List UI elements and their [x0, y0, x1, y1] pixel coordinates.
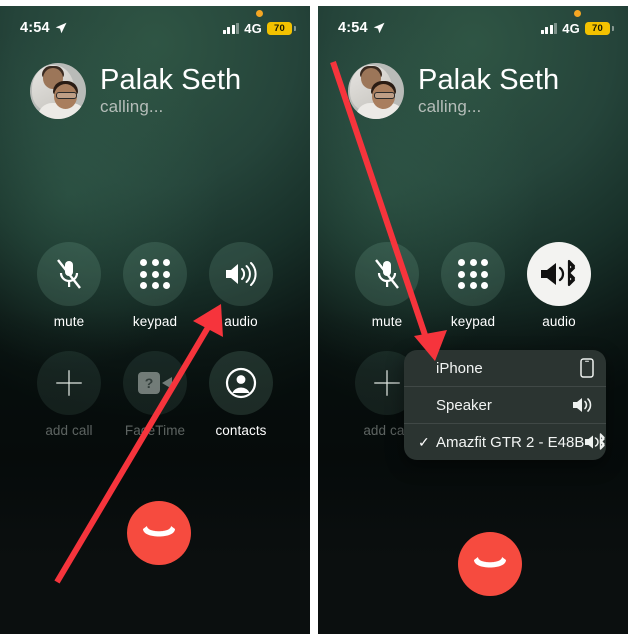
add-call-button[interactable] — [37, 351, 101, 415]
audio-output-menu[interactable]: iPhone Speaker ✓ Amazfit GTR 2 - E48B — [404, 350, 606, 460]
control-audio[interactable]: audio — [516, 242, 602, 329]
status-bar-right-group: 4G 70 — [222, 9, 296, 36]
menu-item-speaker[interactable]: Speaker — [404, 386, 606, 423]
speaker-icon — [572, 396, 594, 414]
orange-privacy-dot — [573, 9, 581, 17]
audio-button[interactable] — [209, 242, 273, 306]
control-contacts[interactable]: contacts — [198, 351, 284, 438]
plus-icon — [56, 370, 82, 396]
speaker-bluetooth-icon — [541, 259, 576, 287]
menu-item-label: Amazfit GTR 2 - E48B — [436, 433, 585, 451]
status-bar-right-group-2: 4G 70 — [540, 9, 614, 36]
mic-muted-icon — [375, 259, 399, 289]
mute-button[interactable] — [37, 242, 101, 306]
audio-button-active[interactable] — [527, 242, 591, 306]
mute-label: mute — [371, 314, 403, 329]
facetime-video-icon: ? — [138, 372, 172, 394]
keypad-button[interactable] — [441, 242, 505, 306]
speaker-bluetooth-icon — [584, 433, 606, 451]
end-call-handset-icon — [474, 557, 506, 568]
call-status-text: calling... — [418, 97, 482, 117]
status-bar-left-group: 4:54 — [20, 20, 67, 36]
keypad-dots-icon — [458, 259, 488, 289]
iphone-device-icon — [580, 358, 594, 378]
cellular-bars-icon — [540, 22, 558, 34]
network-label: 4G — [244, 20, 262, 36]
avatar — [348, 63, 404, 119]
keypad-dots-icon — [140, 259, 170, 289]
menu-item-amazfit[interactable]: ✓ Amazfit GTR 2 - E48B — [404, 423, 606, 460]
orange-privacy-dot — [255, 9, 263, 17]
caller-header-left: Palak Seth calling... — [0, 36, 310, 119]
caller-name: Palak Seth — [418, 63, 560, 96]
status-time: 4:54 — [338, 20, 368, 36]
battery-indicator: 70 — [267, 21, 296, 35]
panel-divider — [310, 0, 318, 640]
cellular-bars-icon — [222, 22, 240, 34]
control-keypad[interactable]: keypad — [112, 242, 198, 329]
caller-name: Palak Seth — [100, 63, 242, 96]
control-mute[interactable]: mute — [344, 242, 430, 329]
status-time: 4:54 — [20, 20, 50, 36]
speaker-waves-icon — [226, 262, 257, 286]
menu-item-label: Speaker — [436, 396, 492, 414]
call-controls-grid-left: mute keypad audio add call ? FaceTime co… — [0, 242, 310, 438]
keypad-label: keypad — [132, 314, 178, 329]
control-facetime[interactable]: ? FaceTime — [112, 351, 198, 438]
audio-label: audio — [542, 314, 576, 329]
contacts-label: contacts — [215, 423, 267, 438]
keypad-label: keypad — [450, 314, 496, 329]
control-add-call[interactable]: add call — [26, 351, 112, 438]
end-call-button-right[interactable] — [458, 532, 522, 596]
network-label: 4G — [562, 20, 580, 36]
check-mark: ✓ — [418, 433, 430, 450]
right-phone-panel: 4:54 4G 70 Palak Seth calling... mute ke… — [318, 6, 628, 634]
mute-button[interactable] — [355, 242, 419, 306]
facetime-label: FaceTime — [124, 423, 186, 438]
control-mute[interactable]: mute — [26, 242, 112, 329]
location-arrow-icon — [55, 22, 67, 34]
control-audio[interactable]: audio — [198, 242, 284, 329]
status-bar-left-group-2: 4:54 — [338, 20, 385, 36]
location-arrow-icon — [373, 22, 385, 34]
end-call-button-left[interactable] — [127, 501, 191, 565]
left-phone-panel: 4:54 4G 70 Palak Seth calling... mute ke… — [0, 6, 310, 634]
contacts-button[interactable] — [209, 351, 273, 415]
plus-icon — [374, 370, 400, 396]
add-call-label: add call — [45, 423, 93, 438]
battery-indicator: 70 — [585, 21, 614, 35]
person-circle-icon — [225, 367, 257, 399]
status-bar-left: 4:54 4G 70 — [0, 6, 310, 36]
mic-muted-icon — [57, 259, 81, 289]
keypad-button[interactable] — [123, 242, 187, 306]
control-keypad[interactable]: keypad — [430, 242, 516, 329]
status-bar-right: 4:54 4G 70 — [318, 6, 628, 36]
call-status-text: calling... — [100, 97, 164, 117]
tutorial-screenshot: 4:54 4G 70 Palak Seth calling... mute ke… — [0, 0, 640, 640]
facetime-button[interactable]: ? — [123, 351, 187, 415]
avatar — [30, 63, 86, 119]
menu-item-iphone[interactable]: iPhone — [404, 350, 606, 386]
audio-label: audio — [224, 314, 258, 329]
end-call-handset-icon — [143, 526, 175, 537]
menu-item-label: iPhone — [436, 359, 483, 377]
caller-header-right: Palak Seth calling... — [318, 36, 628, 119]
mute-label: mute — [53, 314, 85, 329]
